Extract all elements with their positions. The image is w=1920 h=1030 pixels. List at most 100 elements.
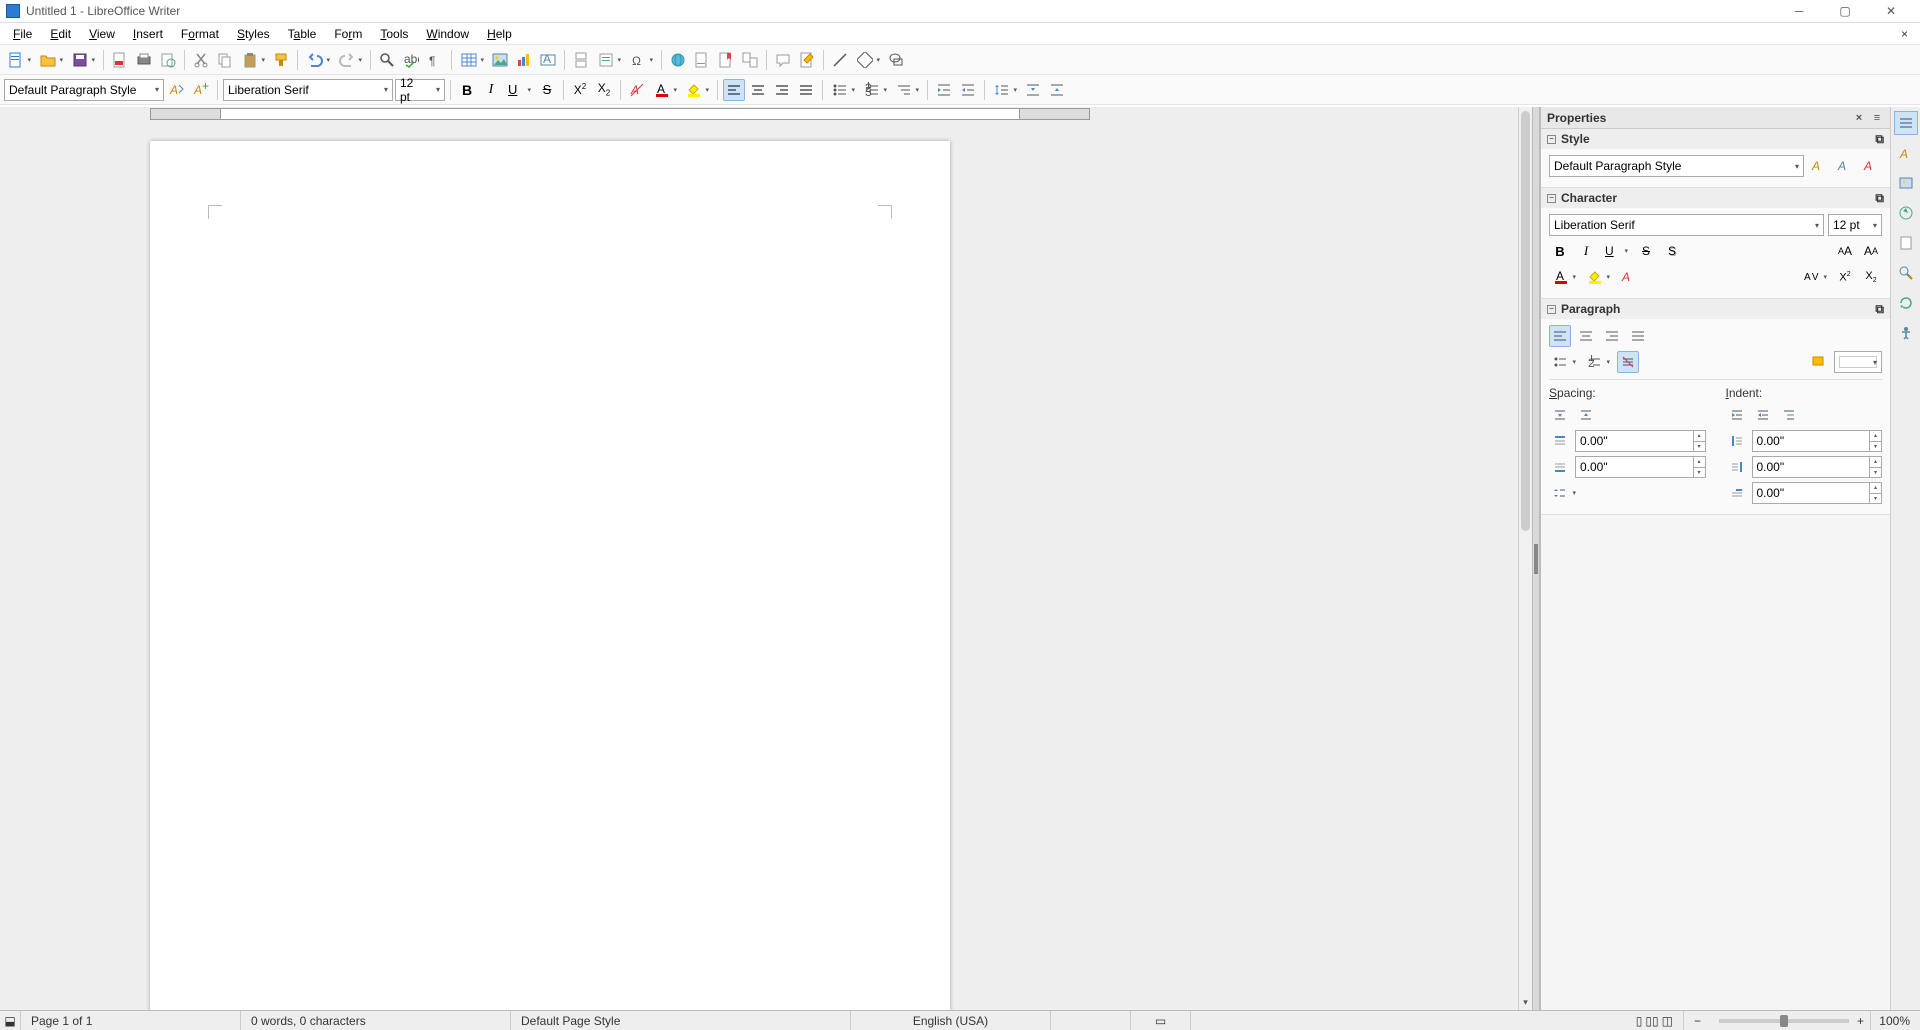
paragraph-style-combo[interactable]: Default Paragraph Style	[4, 79, 164, 101]
maximize-button[interactable]: ▢	[1822, 0, 1868, 23]
scrollbar-down-icon[interactable]: ▾	[1519, 997, 1532, 1008]
style-combo[interactable]: Default Paragraph Style	[1549, 155, 1804, 177]
insert-special-char-button[interactable]: Ω	[626, 49, 656, 71]
spellcheck-button[interactable]: abc	[400, 49, 422, 71]
para-bgcolor-combo[interactable]	[1834, 351, 1882, 373]
insert-bookmark-button[interactable]	[715, 49, 737, 71]
char-size-combo[interactable]: 12 pt	[1828, 214, 1882, 236]
sidebar-menu-icon[interactable]: ≡	[1870, 112, 1884, 124]
char-highlight-button[interactable]	[1583, 266, 1613, 288]
book-view-icon[interactable]: ◫	[1662, 1014, 1673, 1028]
char-italic-button[interactable]: I	[1575, 240, 1597, 262]
char-underline-button[interactable]: U	[1601, 240, 1631, 262]
insert-footnote-button[interactable]	[691, 49, 713, 71]
insert-comment-button[interactable]	[772, 49, 794, 71]
horizontal-ruler[interactable]	[0, 107, 1518, 121]
update-style-button[interactable]: A	[166, 79, 188, 101]
formatting-marks-button[interactable]: ¶	[424, 49, 446, 71]
clear-formatting-button[interactable]: A	[626, 79, 648, 101]
spacing-above-input[interactable]: 0.00"▴▾	[1575, 430, 1706, 452]
insert-table-button[interactable]	[457, 49, 487, 71]
char-subscript-button[interactable]: X2	[1860, 266, 1882, 288]
bold-button[interactable]: B	[456, 79, 478, 101]
align-justify-button[interactable]	[795, 79, 817, 101]
status-words[interactable]: 0 words, 0 characters	[241, 1011, 511, 1030]
document-close-button[interactable]: ×	[1893, 27, 1916, 41]
find-replace-button[interactable]	[376, 49, 398, 71]
char-superscript-button[interactable]: X2	[1834, 266, 1856, 288]
tab-properties[interactable]	[1894, 111, 1918, 135]
char-grow-button[interactable]: AA	[1834, 240, 1856, 262]
menu-format[interactable]: Format	[172, 25, 228, 43]
char-font-color-button[interactable]: A	[1549, 266, 1579, 288]
show-draw-functions-button[interactable]	[885, 49, 907, 71]
minimize-button[interactable]: ─	[1776, 0, 1822, 23]
status-page[interactable]: Page 1 of 1	[21, 1011, 241, 1030]
paste-button[interactable]	[238, 49, 268, 71]
font-color-button[interactable]: A	[650, 79, 680, 101]
style-edit-button[interactable]: A	[1860, 155, 1882, 177]
insert-image-button[interactable]	[489, 49, 511, 71]
menu-tools[interactable]: Tools	[371, 25, 417, 43]
open-button[interactable]	[36, 49, 66, 71]
style-new-button[interactable]: A	[1834, 155, 1856, 177]
menu-edit[interactable]: Edit	[41, 25, 80, 43]
indent-increase-button[interactable]	[1726, 404, 1748, 426]
status-insert-mode[interactable]	[1051, 1011, 1131, 1030]
char-strike-button[interactable]: S	[1635, 240, 1657, 262]
char-bold-button[interactable]: B	[1549, 240, 1571, 262]
cut-button[interactable]	[190, 49, 212, 71]
menu-styles[interactable]: Styles	[228, 25, 279, 43]
track-changes-button[interactable]	[796, 49, 818, 71]
close-button[interactable]: ✕	[1868, 0, 1914, 23]
indent-after-input[interactable]: 0.00"▴▾	[1752, 456, 1883, 478]
status-save-icon[interactable]: ⬓	[0, 1011, 21, 1030]
tab-manage-changes[interactable]	[1894, 291, 1918, 315]
align-left-button[interactable]	[723, 79, 745, 101]
font-name-combo[interactable]: Liberation Serif	[223, 79, 393, 101]
strikethrough-button[interactable]: S	[536, 79, 558, 101]
line-spacing-button-side[interactable]	[1549, 482, 1579, 504]
para-nolist-button[interactable]	[1617, 351, 1639, 373]
sidebar-close-icon[interactable]: ×	[1852, 112, 1866, 124]
vertical-scrollbar[interactable]: ▾	[1518, 107, 1532, 1010]
numbered-list-button[interactable]: 123	[860, 79, 890, 101]
paragraph-more-icon[interactable]: ⧉	[1875, 302, 1884, 317]
insert-line-button[interactable]	[829, 49, 851, 71]
indent-decrease-button[interactable]	[1752, 404, 1774, 426]
align-right-button[interactable]	[771, 79, 793, 101]
clone-formatting-button[interactable]	[270, 49, 292, 71]
char-spacing-button[interactable]: AV	[1800, 266, 1830, 288]
para-number-button[interactable]: 12	[1583, 351, 1613, 373]
status-page-style[interactable]: Default Page Style	[511, 1011, 851, 1030]
multi-page-icon[interactable]: ▯▯	[1645, 1014, 1658, 1028]
char-clear-button[interactable]: A	[1617, 266, 1639, 288]
para-align-justify-button[interactable]	[1627, 325, 1649, 347]
increase-para-spacing-button[interactable]	[1022, 79, 1044, 101]
char-shadow-button[interactable]: S	[1661, 240, 1683, 262]
char-font-combo[interactable]: Liberation Serif	[1549, 214, 1824, 236]
spacing-decrease-button[interactable]	[1575, 404, 1597, 426]
status-selection-mode[interactable]: ▭	[1131, 1011, 1191, 1030]
indent-before-input[interactable]: 0.00"▴▾	[1752, 430, 1883, 452]
line-spacing-button[interactable]	[990, 79, 1020, 101]
menu-table[interactable]: Table	[279, 25, 326, 43]
insert-page-break-button[interactable]	[570, 49, 592, 71]
para-bgcolor-button[interactable]	[1808, 351, 1830, 373]
increase-indent-button[interactable]	[933, 79, 955, 101]
status-view-buttons[interactable]: ▯ ▯▯ ◫	[1626, 1011, 1684, 1030]
decrease-para-spacing-button[interactable]	[1046, 79, 1068, 101]
superscript-button[interactable]: X2	[569, 79, 591, 101]
menu-window[interactable]: Window	[417, 25, 478, 43]
insert-hyperlink-button[interactable]	[667, 49, 689, 71]
zoom-in-button[interactable]: +	[1857, 1014, 1870, 1028]
print-preview-button[interactable]	[157, 49, 179, 71]
tab-styles[interactable]: A	[1894, 141, 1918, 165]
document-area[interactable]	[0, 121, 1518, 1010]
insert-chart-button[interactable]	[513, 49, 535, 71]
outline-list-button[interactable]	[892, 79, 922, 101]
zoom-out-button[interactable]: −	[1684, 1011, 1711, 1030]
indent-firstline-input[interactable]: 0.00"▴▾	[1752, 482, 1883, 504]
character-more-icon[interactable]: ⧉	[1875, 191, 1884, 206]
page[interactable]	[150, 141, 950, 1010]
